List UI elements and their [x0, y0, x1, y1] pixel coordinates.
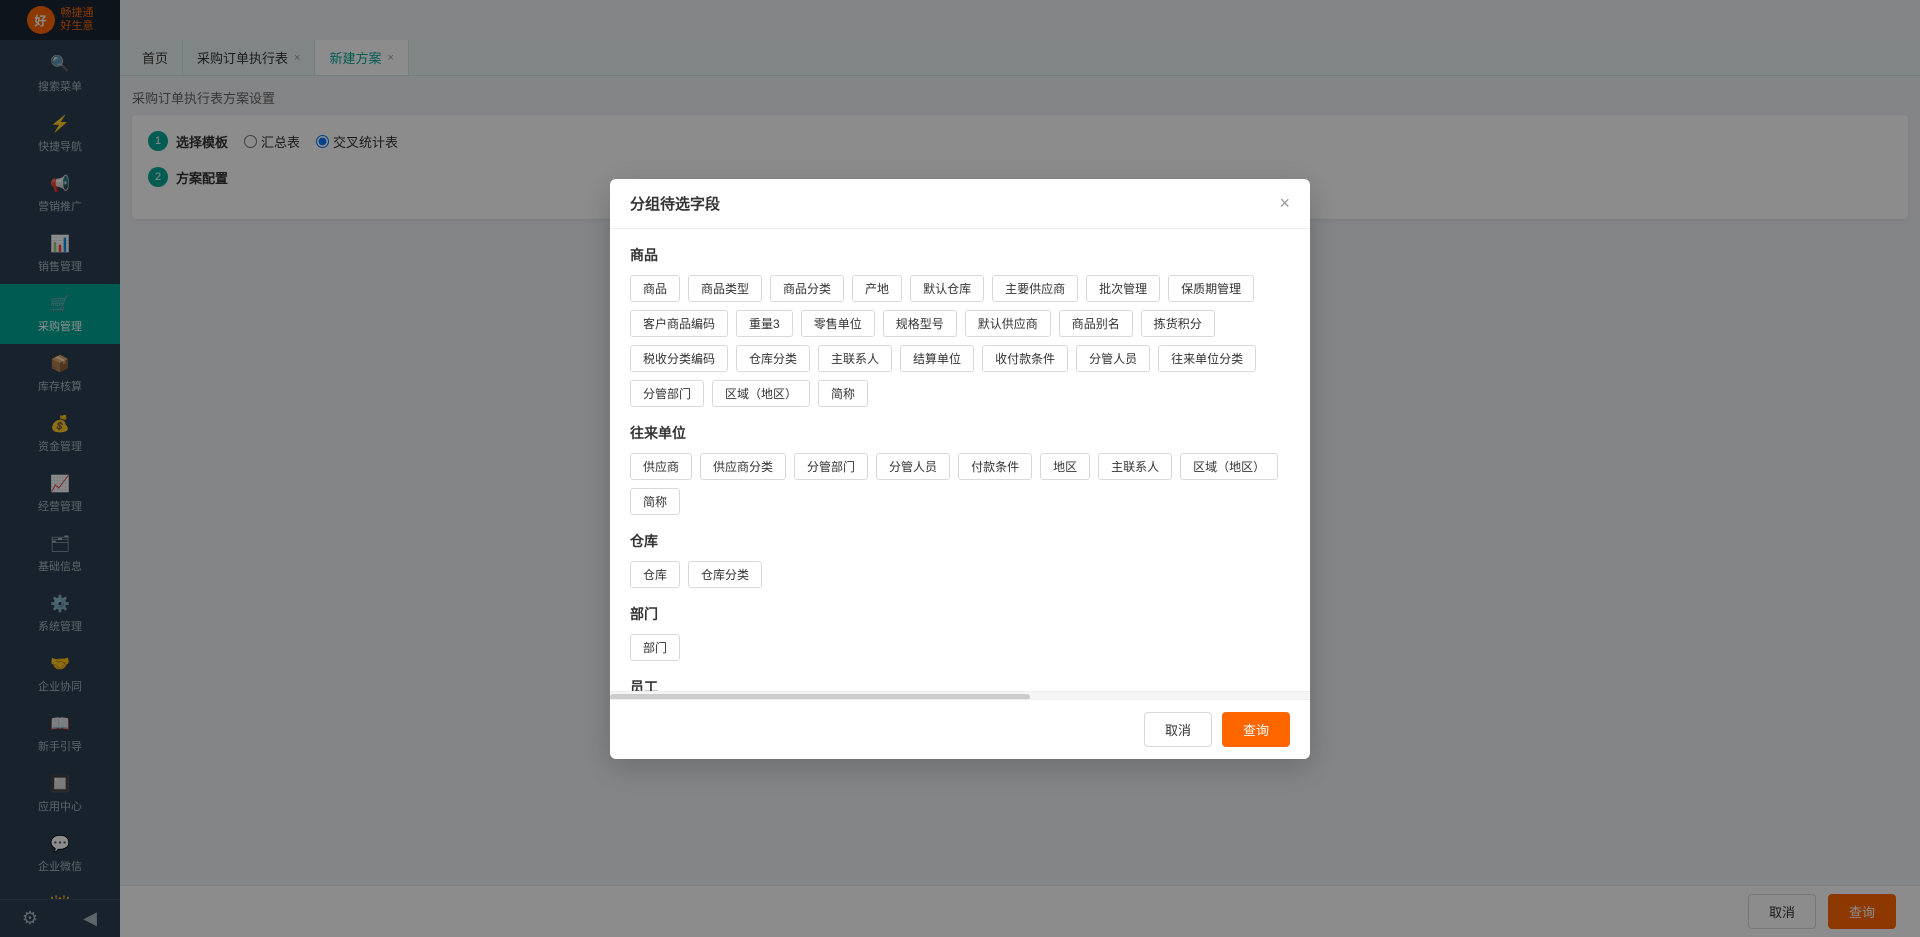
field-tag[interactable]: 主联系人: [1098, 453, 1172, 480]
field-tag[interactable]: 商品类型: [688, 275, 762, 302]
field-tag[interactable]: 收付款条件: [982, 345, 1068, 372]
section-title-partner: 往来单位: [630, 423, 1290, 443]
section-title-employee: 员工: [630, 677, 1290, 692]
field-grid-warehouse: 仓库 仓库分类: [630, 561, 1290, 588]
field-tag[interactable]: 简称: [818, 380, 868, 407]
field-tag[interactable]: 仓库分类: [688, 561, 762, 588]
field-grid-partner: 供应商 供应商分类 分管部门 分管人员 付款条件 地区 主联系人 区域（地区） …: [630, 453, 1290, 515]
field-tag[interactable]: 区域（地区）: [1180, 453, 1278, 480]
field-tag[interactable]: 供应商分类: [700, 453, 786, 480]
modal-body: 商品 商品 商品类型 商品分类 产地 默认仓库 主要供应商 批次管理 保质期管理…: [610, 229, 1310, 692]
field-tag[interactable]: 批次管理: [1086, 275, 1160, 302]
field-tag[interactable]: 结算单位: [900, 345, 974, 372]
modal-overlay: 分组待选字段 × 商品 商品 商品类型 商品分类 产地 默认仓库 主要供应商 批…: [0, 0, 1920, 937]
field-tag[interactable]: 主要供应商: [992, 275, 1078, 302]
field-tag[interactable]: 商品: [630, 275, 680, 302]
modal-confirm-button[interactable]: 查询: [1222, 712, 1290, 747]
field-tag[interactable]: 默认供应商: [965, 310, 1051, 337]
field-tag[interactable]: 部门: [630, 634, 680, 661]
field-tag[interactable]: 分管部门: [794, 453, 868, 480]
modal-title: 分组待选字段: [630, 193, 720, 214]
modal-header: 分组待选字段 ×: [610, 179, 1310, 229]
field-tag[interactable]: 简称: [630, 488, 680, 515]
field-tag[interactable]: 客户商品编码: [630, 310, 728, 337]
field-tag[interactable]: 重量3: [736, 310, 793, 337]
field-tag[interactable]: 地区: [1040, 453, 1090, 480]
modal-hscroll-bar[interactable]: [610, 694, 1030, 698]
field-tag[interactable]: 仓库: [630, 561, 680, 588]
field-tag[interactable]: 零售单位: [801, 310, 875, 337]
field-tag[interactable]: 分管人员: [876, 453, 950, 480]
section-title-department: 部门: [630, 604, 1290, 624]
field-tag[interactable]: 仓库分类: [736, 345, 810, 372]
modal-cancel-button[interactable]: 取消: [1144, 712, 1212, 747]
section-title-warehouse: 仓库: [630, 531, 1290, 551]
field-tag[interactable]: 分管人员: [1076, 345, 1150, 372]
field-tag[interactable]: 分管部门: [630, 380, 704, 407]
field-tag[interactable]: 主联系人: [818, 345, 892, 372]
modal-close-button[interactable]: ×: [1279, 194, 1290, 212]
modal-footer: 取消 查询: [610, 699, 1310, 759]
field-tag[interactable]: 保质期管理: [1168, 275, 1254, 302]
field-tag[interactable]: 默认仓库: [910, 275, 984, 302]
field-tag[interactable]: 产地: [852, 275, 902, 302]
field-tag[interactable]: 商品别名: [1059, 310, 1133, 337]
field-tag[interactable]: 付款条件: [958, 453, 1032, 480]
field-grid-product: 商品 商品类型 商品分类 产地 默认仓库 主要供应商 批次管理 保质期管理 客户…: [630, 275, 1290, 407]
field-tag[interactable]: 规格型号: [883, 310, 957, 337]
field-tag[interactable]: 区域（地区）: [712, 380, 810, 407]
field-grid-department: 部门: [630, 634, 1290, 661]
field-tag[interactable]: 税收分类编码: [630, 345, 728, 372]
field-tag[interactable]: 往来单位分类: [1158, 345, 1256, 372]
field-tag[interactable]: 供应商: [630, 453, 692, 480]
field-tag[interactable]: 拣货积分: [1141, 310, 1215, 337]
modal-dialog: 分组待选字段 × 商品 商品 商品类型 商品分类 产地 默认仓库 主要供应商 批…: [610, 179, 1310, 759]
section-title-product: 商品: [630, 245, 1290, 265]
field-tag[interactable]: 商品分类: [770, 275, 844, 302]
